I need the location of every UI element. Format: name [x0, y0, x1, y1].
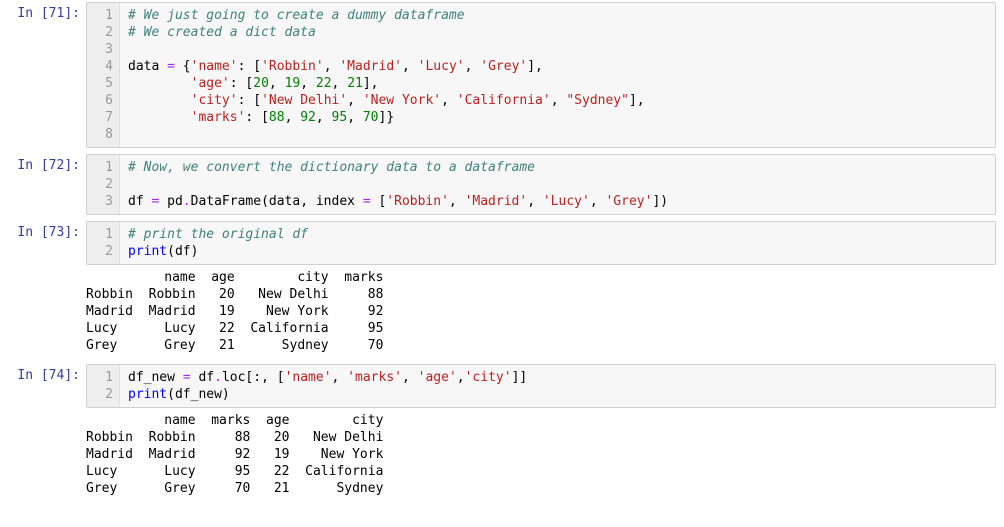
code-input-area[interactable]: 12df_new = df.loc[:, ['name', 'marks', '…	[86, 364, 996, 408]
line-number-gutter: 123	[87, 155, 120, 214]
line-number: 6	[93, 92, 113, 109]
line-number-gutter: 12	[87, 222, 120, 264]
line-number: 1	[93, 7, 113, 24]
line-number: 1	[93, 159, 113, 176]
notebook-cell: In [74]:12df_new = df.loc[:, ['name', 'm…	[0, 362, 1004, 503]
cell-output: name age city marks Robbin Robbin 20 New…	[86, 265, 996, 358]
line-number-gutter: 12345678	[87, 3, 120, 147]
line-number: 2	[93, 24, 113, 41]
line-number: 2	[93, 243, 113, 260]
cell-output: name marks age city Robbin Robbin 88 20 …	[86, 408, 996, 501]
notebook-cell: In [73]:12# print the original df print(…	[0, 219, 1004, 360]
line-number: 4	[93, 58, 113, 75]
line-number-gutter: 12	[87, 365, 120, 407]
line-number: 3	[93, 193, 113, 210]
line-number: 5	[93, 75, 113, 92]
cell-body: 12345678# We just going to create a dumm…	[86, 2, 1004, 148]
cell-prompt: In [73]:	[0, 221, 86, 358]
code-input-area[interactable]: 12345678# We just going to create a dumm…	[86, 2, 996, 148]
line-number: 3	[93, 41, 113, 58]
line-number: 1	[93, 226, 113, 243]
notebook-cell: In [71]:12345678# We just going to creat…	[0, 0, 1004, 150]
line-number: 1	[93, 369, 113, 386]
code-input-area[interactable]: 12# print the original df print(df)	[86, 221, 996, 265]
code-content[interactable]: # We just going to create a dummy datafr…	[120, 3, 653, 147]
line-number: 2	[93, 386, 113, 403]
code-content[interactable]: # Now, we convert the dictionary data to…	[120, 155, 676, 214]
cell-body: 123# Now, we convert the dictionary data…	[86, 154, 1004, 215]
code-input-area[interactable]: 123# Now, we convert the dictionary data…	[86, 154, 996, 215]
line-number: 8	[93, 126, 113, 143]
jupyter-notebook: In [71]:12345678# We just going to creat…	[0, 0, 1004, 503]
line-number: 2	[93, 176, 113, 193]
line-number: 7	[93, 109, 113, 126]
cell-prompt: In [74]:	[0, 364, 86, 501]
code-content[interactable]: # print the original df print(df)	[120, 222, 316, 264]
cell-body: 12df_new = df.loc[:, ['name', 'marks', '…	[86, 364, 1004, 501]
cell-prompt: In [72]:	[0, 154, 86, 215]
cell-body: 12# print the original df print(df) name…	[86, 221, 1004, 358]
code-content[interactable]: df_new = df.loc[:, ['name', 'marks', 'ag…	[120, 365, 535, 407]
notebook-cell: In [72]:123# Now, we convert the diction…	[0, 152, 1004, 217]
cell-prompt: In [71]:	[0, 2, 86, 148]
